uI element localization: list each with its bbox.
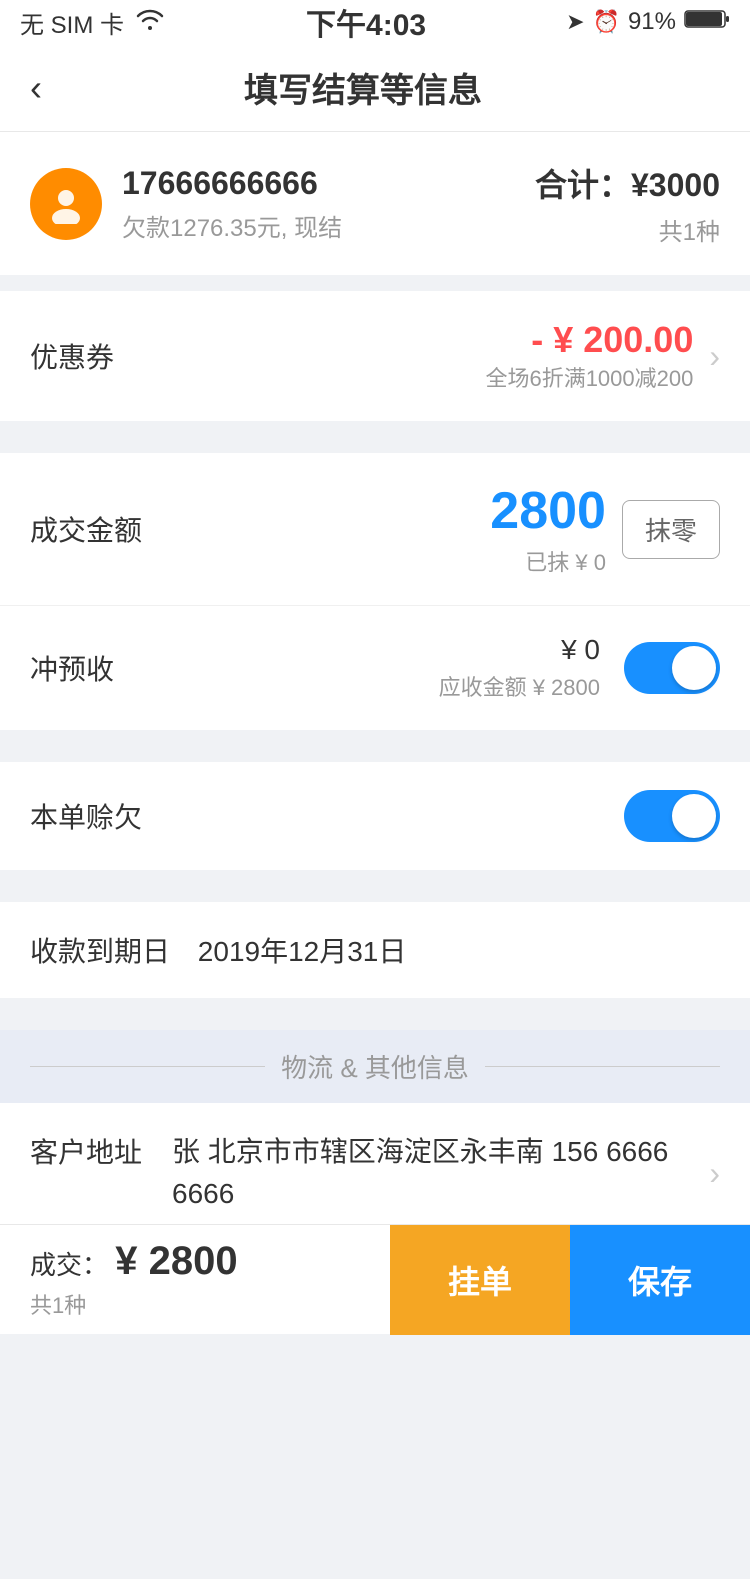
divider-3 — [0, 886, 750, 902]
debt-section: 本单赊欠 — [0, 762, 750, 870]
total-amount: 合计：¥3000 — [535, 160, 720, 206]
location-icon: ➤ — [566, 9, 584, 35]
total-count: 共1种 — [535, 212, 720, 247]
address-row[interactable]: 客户地址 张 北京市市辖区海淀区永丰南 156 6666 6666 › — [0, 1103, 750, 1243]
customer-left: 17666666666 欠款1276.35元, 现结 — [30, 165, 342, 243]
deal-amount-label: 成交金额 — [30, 509, 142, 549]
logistics-label-text: 物流 & 其他信息 — [281, 1048, 469, 1085]
bottom-bar: 成交： ¥ 2800 共1种 挂单 保存 — [0, 1224, 750, 1334]
coupon-detail: 全场6折满1000减200 — [485, 361, 693, 393]
coupon-section: 优惠券 - ¥ 200.00 全场6折满1000减200 › — [0, 291, 750, 421]
coupon-right: - ¥ 200.00 全场6折满1000减200 › — [485, 319, 720, 393]
debt-label: 本单赊欠 — [30, 796, 142, 836]
deal-amount-row: 成交金额 2800 已抹 ¥ 0 抹零 — [0, 453, 750, 606]
bottom-deal-count: 共1种 — [30, 1288, 360, 1320]
avatar — [30, 168, 102, 240]
round-zero-button[interactable]: 抹零 — [622, 500, 720, 559]
coupon-amount: - ¥ 200.00 — [485, 319, 693, 361]
battery-icon — [684, 8, 730, 37]
customer-info: 17666666666 欠款1276.35元, 现结 — [122, 165, 342, 243]
bottom-deal-info: 成交： ¥ 2800 — [30, 1239, 360, 1284]
hang-order-button[interactable]: 挂单 — [390, 1225, 570, 1335]
chong-label: 冲预收 — [30, 648, 114, 688]
due-date-section: 收款到期日 2019年12月31日 — [0, 902, 750, 998]
deal-amount-values: 2800 已抹 ¥ 0 — [490, 481, 606, 577]
deal-amount-value: 2800 — [490, 481, 606, 541]
deal-sub: 已抹 ¥ 0 — [490, 545, 606, 577]
status-bar: 无 SIM 卡 下午4:03 ➤ ⏰ 91% — [0, 0, 750, 44]
customer-right: 合计：¥3000 共1种 — [535, 160, 720, 247]
bottom-deal-label: 成交： — [30, 1250, 108, 1280]
debt-row: 本单赊欠 — [0, 762, 750, 870]
coupon-row[interactable]: 优惠券 - ¥ 200.00 全场6折满1000减200 › — [0, 291, 750, 421]
chevron-right-icon: › — [709, 338, 720, 375]
customer-phone: 17666666666 — [122, 165, 342, 202]
coupon-label: 优惠券 — [30, 336, 114, 376]
address-chevron-icon: › — [709, 1155, 720, 1192]
chong-pre-receive-row: 冲预收 ¥ 0 应收金额 ¥ 2800 — [0, 606, 750, 730]
chong-toggle[interactable] — [624, 642, 720, 694]
chong-value: ¥ 0 — [114, 634, 600, 666]
address-value: 张 北京市市辖区海淀区永丰南 156 6666 6666 — [172, 1131, 679, 1215]
alarm-icon: ⏰ — [593, 9, 620, 35]
bottom-summary: 成交： ¥ 2800 共1种 — [0, 1239, 390, 1320]
logistics-section-label: 物流 & 其他信息 — [0, 1030, 750, 1103]
customer-sub: 欠款1276.35元, 现结 — [122, 208, 342, 243]
coupon-values: - ¥ 200.00 全场6折满1000减200 — [485, 319, 693, 393]
battery-percent: 91% — [628, 8, 676, 36]
wifi-icon — [134, 8, 166, 37]
content-area: 17666666666 欠款1276.35元, 现结 合计：¥3000 共1种 … — [0, 132, 750, 1579]
save-button[interactable]: 保存 — [570, 1225, 750, 1335]
nav-bar: ‹ 填写结算等信息 — [0, 44, 750, 132]
status-bar-right: ➤ ⏰ 91% — [566, 8, 730, 37]
deal-amount-section: 成交金额 2800 已抹 ¥ 0 抹零 冲预收 ¥ 0 应收金额 ¥ 2800 — [0, 453, 750, 730]
divider-1 — [0, 437, 750, 453]
debt-toggle[interactable] — [624, 790, 720, 842]
status-bar-time: 下午4:03 — [306, 0, 426, 44]
divider-4 — [0, 1014, 750, 1030]
back-button[interactable]: ‹ — [30, 67, 42, 109]
due-date-label: 收款到期日 2019年12月31日 — [30, 930, 406, 970]
deal-amount-right: 2800 已抹 ¥ 0 抹零 — [490, 481, 720, 577]
sim-status: 无 SIM 卡 — [20, 5, 124, 40]
due-date-row: 收款到期日 2019年12月31日 — [0, 902, 750, 998]
bottom-deal-amount: ¥ 2800 — [115, 1239, 237, 1283]
customer-card: 17666666666 欠款1276.35元, 现结 合计：¥3000 共1种 — [0, 132, 750, 275]
address-label: 客户地址 — [30, 1131, 142, 1171]
page-title: 填写结算等信息 — [62, 63, 664, 112]
chong-sub: 应收金额 ¥ 2800 — [114, 670, 600, 702]
divider-2 — [0, 746, 750, 762]
chong-values: ¥ 0 应收金额 ¥ 2800 — [114, 634, 624, 702]
due-date-value: 2019年12月31日 — [198, 936, 407, 967]
status-bar-left: 无 SIM 卡 — [20, 5, 166, 40]
